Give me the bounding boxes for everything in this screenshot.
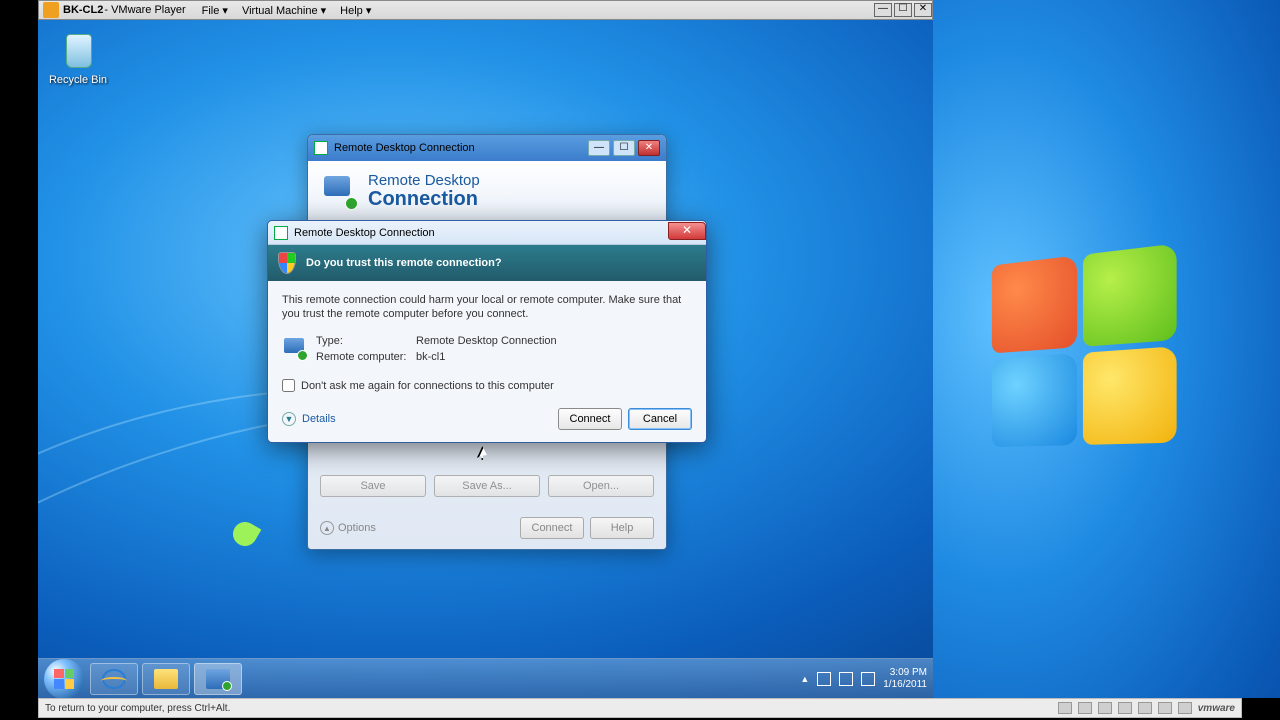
- vmware-brand-label: vmware: [1198, 703, 1235, 714]
- vmware-device-icon[interactable]: [1138, 702, 1152, 714]
- vmware-menu-bar: File ▾ Virtual Machine ▾ Help ▾: [196, 2, 378, 19]
- trust-connect-button[interactable]: Connect: [558, 408, 622, 430]
- rdc-help-button: Help: [590, 517, 654, 539]
- vmware-maximize-button[interactable]: ☐: [894, 3, 912, 17]
- rdc-maximize-button[interactable]: ☐: [613, 140, 635, 156]
- vmware-device-icon[interactable]: [1078, 702, 1092, 714]
- taskbar-rdc-button[interactable]: [194, 663, 242, 695]
- rdc-save-button: Save: [320, 475, 426, 497]
- trust-type-label: Type:: [316, 335, 416, 347]
- trust-warning-text: This remote connection could harm your l…: [282, 293, 692, 321]
- ie-icon: [102, 669, 126, 689]
- rdc-connection-icon: [282, 335, 308, 361]
- rdc-connect-button: Connect: [520, 517, 584, 539]
- vmware-title-app: - VMware Player: [104, 4, 185, 16]
- vmware-minimize-button[interactable]: —: [874, 3, 892, 17]
- rdc-header-line1: Remote Desktop: [368, 172, 480, 189]
- vmware-device-icon[interactable]: [1058, 702, 1072, 714]
- rdc-header-line2: Connection: [368, 189, 480, 209]
- trust-type-value: Remote Desktop Connection: [416, 335, 692, 347]
- trust-header-bar: Do you trust this remote connection?: [268, 245, 706, 281]
- menu-virtual-machine[interactable]: Virtual Machine ▾: [236, 2, 332, 19]
- taskbar: ▲ 3:09 PM 1/16/2011: [38, 658, 933, 698]
- shield-icon: [278, 252, 296, 274]
- vmware-close-button[interactable]: ✕: [914, 3, 932, 17]
- trust-close-button[interactable]: ✕: [668, 222, 706, 240]
- taskbar-clock[interactable]: 3:09 PM 1/16/2011: [883, 667, 927, 691]
- trust-cancel-button[interactable]: Cancel: [628, 408, 692, 430]
- rdc-icon: [206, 669, 230, 689]
- trust-title: Remote Desktop Connection: [294, 227, 435, 239]
- system-tray: ▲ 3:09 PM 1/16/2011: [800, 667, 927, 691]
- vmware-device-icon[interactable]: [1178, 702, 1192, 714]
- rdc-main-title: Remote Desktop Connection: [334, 142, 475, 154]
- chevron-up-icon: ▲: [320, 521, 334, 535]
- start-button[interactable]: [44, 659, 84, 699]
- vmware-device-icon[interactable]: [1158, 702, 1172, 714]
- menu-file[interactable]: File ▾: [196, 2, 234, 19]
- guest-desktop[interactable]: Recycle Bin Remote Desktop Connection — …: [38, 20, 933, 698]
- vmware-app-icon: [43, 2, 59, 18]
- recycle-bin[interactable]: Recycle Bin: [48, 28, 108, 86]
- vmware-status-bar: To return to your computer, press Ctrl+A…: [38, 698, 1242, 718]
- rdc-options-toggle: ▲ Options: [320, 521, 376, 535]
- rdc-main-titlebar[interactable]: Remote Desktop Connection — ☐ ✕: [308, 135, 666, 161]
- menu-help[interactable]: Help ▾: [334, 2, 377, 19]
- trust-computer-label: Remote computer:: [316, 351, 416, 363]
- tray-flag-icon[interactable]: [817, 672, 831, 686]
- rdc-titlebar-icon: [274, 226, 288, 240]
- folder-icon: [154, 669, 178, 689]
- windows-logo-icon: [992, 243, 1177, 447]
- windows-flag-icon: [54, 669, 74, 689]
- taskbar-ie-button[interactable]: [90, 663, 138, 695]
- rdc-open-button: Open...: [548, 475, 654, 497]
- recycle-bin-icon: [58, 28, 98, 72]
- trust-computer-value: bk-cl1: [416, 351, 692, 363]
- tray-network-icon[interactable]: [839, 672, 853, 686]
- tray-overflow-icon[interactable]: ▲: [800, 674, 809, 684]
- trust-titlebar[interactable]: Remote Desktop Connection ✕: [268, 221, 706, 245]
- recycle-bin-label: Recycle Bin: [48, 74, 108, 86]
- tray-volume-icon[interactable]: [861, 672, 875, 686]
- rdc-header-icon: [320, 172, 358, 210]
- vmware-device-icon[interactable]: [1098, 702, 1112, 714]
- rdc-save-as-button: Save As...: [434, 475, 540, 497]
- trust-dont-ask-checkbox[interactable]: [282, 379, 295, 392]
- trust-dialog: Remote Desktop Connection ✕ Do you trust…: [267, 220, 707, 443]
- trust-details-toggle[interactable]: ▼ Details: [282, 412, 336, 426]
- vmware-status-hint: To return to your computer, press Ctrl+A…: [45, 703, 230, 714]
- vmware-title-host: BK-CL2: [63, 4, 103, 16]
- rdc-titlebar-icon: [314, 141, 328, 155]
- taskbar-explorer-button[interactable]: [142, 663, 190, 695]
- vmware-device-icon[interactable]: [1118, 702, 1132, 714]
- chevron-down-icon: ▼: [282, 412, 296, 426]
- rdc-close-button[interactable]: ✕: [638, 140, 660, 156]
- vmware-titlebar: BK-CL2 - VMware Player File ▾ Virtual Ma…: [38, 0, 933, 20]
- rdc-minimize-button[interactable]: —: [588, 140, 610, 156]
- trust-checkbox-label: Don't ask me again for connections to th…: [301, 380, 554, 392]
- rdc-header: Remote Desktop Connection: [308, 161, 666, 221]
- trust-question: Do you trust this remote connection?: [306, 257, 502, 269]
